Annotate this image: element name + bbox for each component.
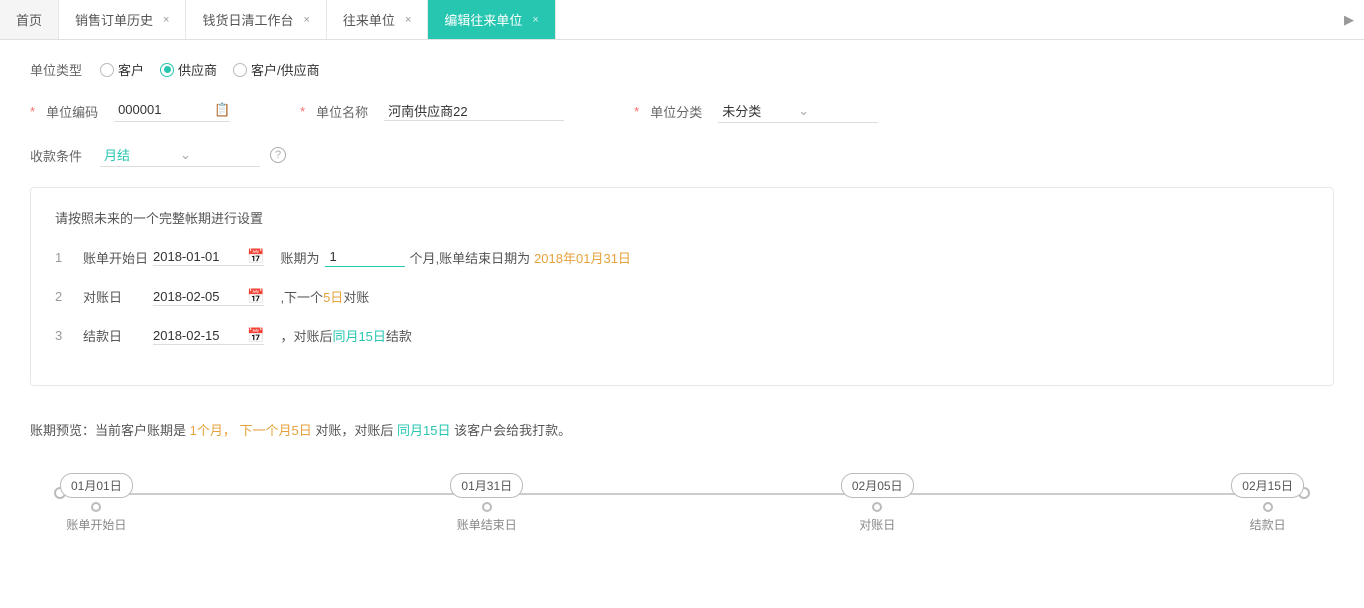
main-content: 单位类型 客户 供应商 客户/供应商 * 单位编码 📋 [0, 40, 1364, 608]
radio-circle-supplier [160, 63, 174, 77]
start-date-wrap: 📅 [153, 248, 264, 266]
period-end-date: 2018年01月31日 [534, 248, 631, 267]
radio-both[interactable]: 客户/供应商 [233, 60, 320, 79]
help-icon[interactable]: ? [270, 147, 286, 163]
timeline-node-4: 02月15日 结款日 [1231, 473, 1304, 533]
tab-expand-button[interactable]: ▶ [1334, 0, 1364, 39]
row-num-1: 1 [55, 250, 83, 265]
payment-row: 收款条件 月结 ⌄ ? [30, 143, 1334, 167]
category-select[interactable]: 未分类 ⌄ [718, 99, 878, 123]
close-tab-edit-partner[interactable]: × [532, 14, 538, 26]
preview-part3: 同月15日 [397, 423, 450, 438]
preview-label: 账期预览：当前客户账期是 [30, 423, 186, 438]
copy-icon[interactable]: 📋 [214, 102, 230, 118]
payment-prefix: ，对账后 [280, 326, 332, 345]
radio-circle-customer [100, 63, 114, 77]
code-label: 单位编码 [46, 102, 98, 121]
name-field: * 单位名称 [300, 101, 564, 121]
node-badge-3: 02月05日 [841, 473, 914, 498]
timeline-node-2: 01月31日 账单结束日 [450, 473, 523, 533]
preview-part2: 下一个月5日 [240, 423, 312, 438]
node-sub-1: 账单开始日 [66, 516, 126, 533]
payment-suffix: 结款 [386, 326, 412, 345]
settings-box: 请按照未来的一个完整帐期进行设置 1 账单开始日 📅 账期为 个月,账单结束日期… [30, 187, 1334, 386]
row-label-3: 结款日 [83, 326, 153, 345]
timeline-node-3: 02月05日 对账日 [841, 473, 914, 533]
node-dot-2 [482, 502, 492, 512]
start-date-calendar-icon[interactable]: 📅 [247, 248, 264, 265]
account-start-row: 1 账单开始日 📅 账期为 个月,账单结束日期为 2018年01月31日 [55, 247, 1309, 267]
reconcile-prefix: ,下一个 [280, 287, 323, 306]
category-chevron-icon: ⌄ [798, 103, 874, 119]
close-tab-sales-history[interactable]: × [163, 14, 169, 26]
reconcile-highlight: 5日 [323, 287, 343, 306]
preview-mid: 对账，对账后 [315, 423, 393, 438]
node-sub-2: 账单结束日 [457, 516, 517, 533]
preview-end: 该客户会给我打款。 [454, 423, 571, 438]
timeline-line [72, 493, 1292, 495]
unit-type-row: 单位类型 客户 供应商 客户/供应商 [30, 60, 1334, 79]
timeline: 01月01日 账单开始日 01月31日 账单结束日 02月05日 对账日 [30, 463, 1334, 563]
tab-partner[interactable]: 往来单位 × [327, 0, 428, 39]
node-badge-1: 01月01日 [60, 473, 133, 498]
radio-circle-both [233, 63, 247, 77]
close-tab-partner[interactable]: × [405, 14, 411, 26]
unit-type-label: 单位类型 [30, 60, 82, 79]
payment-date-row: 3 结款日 📅 ，对账后 同月15日 结款 [55, 326, 1309, 345]
row-num-2: 2 [55, 289, 83, 304]
code-input[interactable] [114, 100, 214, 119]
preview-part1: 1个月， [190, 423, 236, 438]
payment-date-input[interactable] [153, 328, 243, 343]
payment-chevron-icon: ⌄ [180, 147, 256, 163]
payment-label: 收款条件 [30, 146, 82, 165]
row-label-1: 账单开始日 [83, 248, 153, 267]
box-title: 请按照未来的一个完整帐期进行设置 [55, 208, 1309, 227]
code-field: * 单位编码 📋 [30, 100, 230, 122]
start-date-input[interactable] [153, 249, 243, 264]
radio-supplier[interactable]: 供应商 [160, 60, 217, 79]
category-label: 单位分类 [650, 102, 702, 121]
payment-date-wrap: 📅 [153, 327, 264, 345]
reconcile-suffix: 对账 [343, 287, 369, 306]
tab-home[interactable]: 首页 [0, 0, 59, 39]
code-input-wrap: 📋 [114, 100, 230, 122]
reconcile-row: 2 对账日 📅 ,下一个 5日 对账 [55, 287, 1309, 306]
name-input[interactable] [384, 101, 564, 121]
name-label: 单位名称 [316, 102, 368, 121]
node-dot-1 [91, 502, 101, 512]
node-badge-2: 01月31日 [450, 473, 523, 498]
node-sub-3: 对账日 [859, 516, 895, 533]
node-dot-3 [872, 502, 882, 512]
tab-sales-history[interactable]: 销售订单历史 × [59, 0, 186, 39]
close-tab-cash-daily[interactable]: × [303, 14, 309, 26]
timeline-node-1: 01月01日 账单开始日 [60, 473, 133, 533]
radio-customer[interactable]: 客户 [100, 60, 144, 79]
tab-edit-partner[interactable]: 编辑往来单位 × [428, 0, 555, 39]
payment-calendar-icon[interactable]: 📅 [247, 327, 264, 344]
tab-bar: 首页 销售订单历史 × 钱货日清工作台 × 往来单位 × 编辑往来单位 × ▶ [0, 0, 1364, 40]
payment-select[interactable]: 月结 ⌄ [100, 143, 260, 167]
period-label: 账期为 [280, 248, 319, 267]
preview-section: 账期预览：当前客户账期是 1个月， 下一个月5日 对账，对账后 同月15日 该客… [30, 406, 1334, 563]
period-input[interactable] [325, 247, 405, 267]
node-sub-4: 结款日 [1250, 516, 1286, 533]
node-badge-4: 02月15日 [1231, 473, 1304, 498]
fields-row: * 单位编码 📋 * 单位名称 * 单位分类 未分类 ⌄ [30, 99, 1334, 123]
row-num-3: 3 [55, 328, 83, 343]
unit-type-radio-group: 客户 供应商 客户/供应商 [100, 60, 320, 79]
node-dot-4 [1263, 502, 1273, 512]
period-suffix: 个月,账单结束日期为 [409, 248, 530, 267]
payment-highlight: 同月15日 [332, 326, 385, 345]
reconcile-date-input[interactable] [153, 289, 243, 304]
preview-text: 账期预览：当前客户账期是 1个月， 下一个月5日 对账，对账后 同月15日 该客… [30, 420, 1334, 439]
tab-cash-daily[interactable]: 钱货日清工作台 × [186, 0, 326, 39]
reconcile-date-wrap: 📅 [153, 288, 264, 306]
row-label-2: 对账日 [83, 287, 153, 306]
reconcile-calendar-icon[interactable]: 📅 [247, 288, 264, 305]
category-field: * 单位分类 未分类 ⌄ [634, 99, 878, 123]
